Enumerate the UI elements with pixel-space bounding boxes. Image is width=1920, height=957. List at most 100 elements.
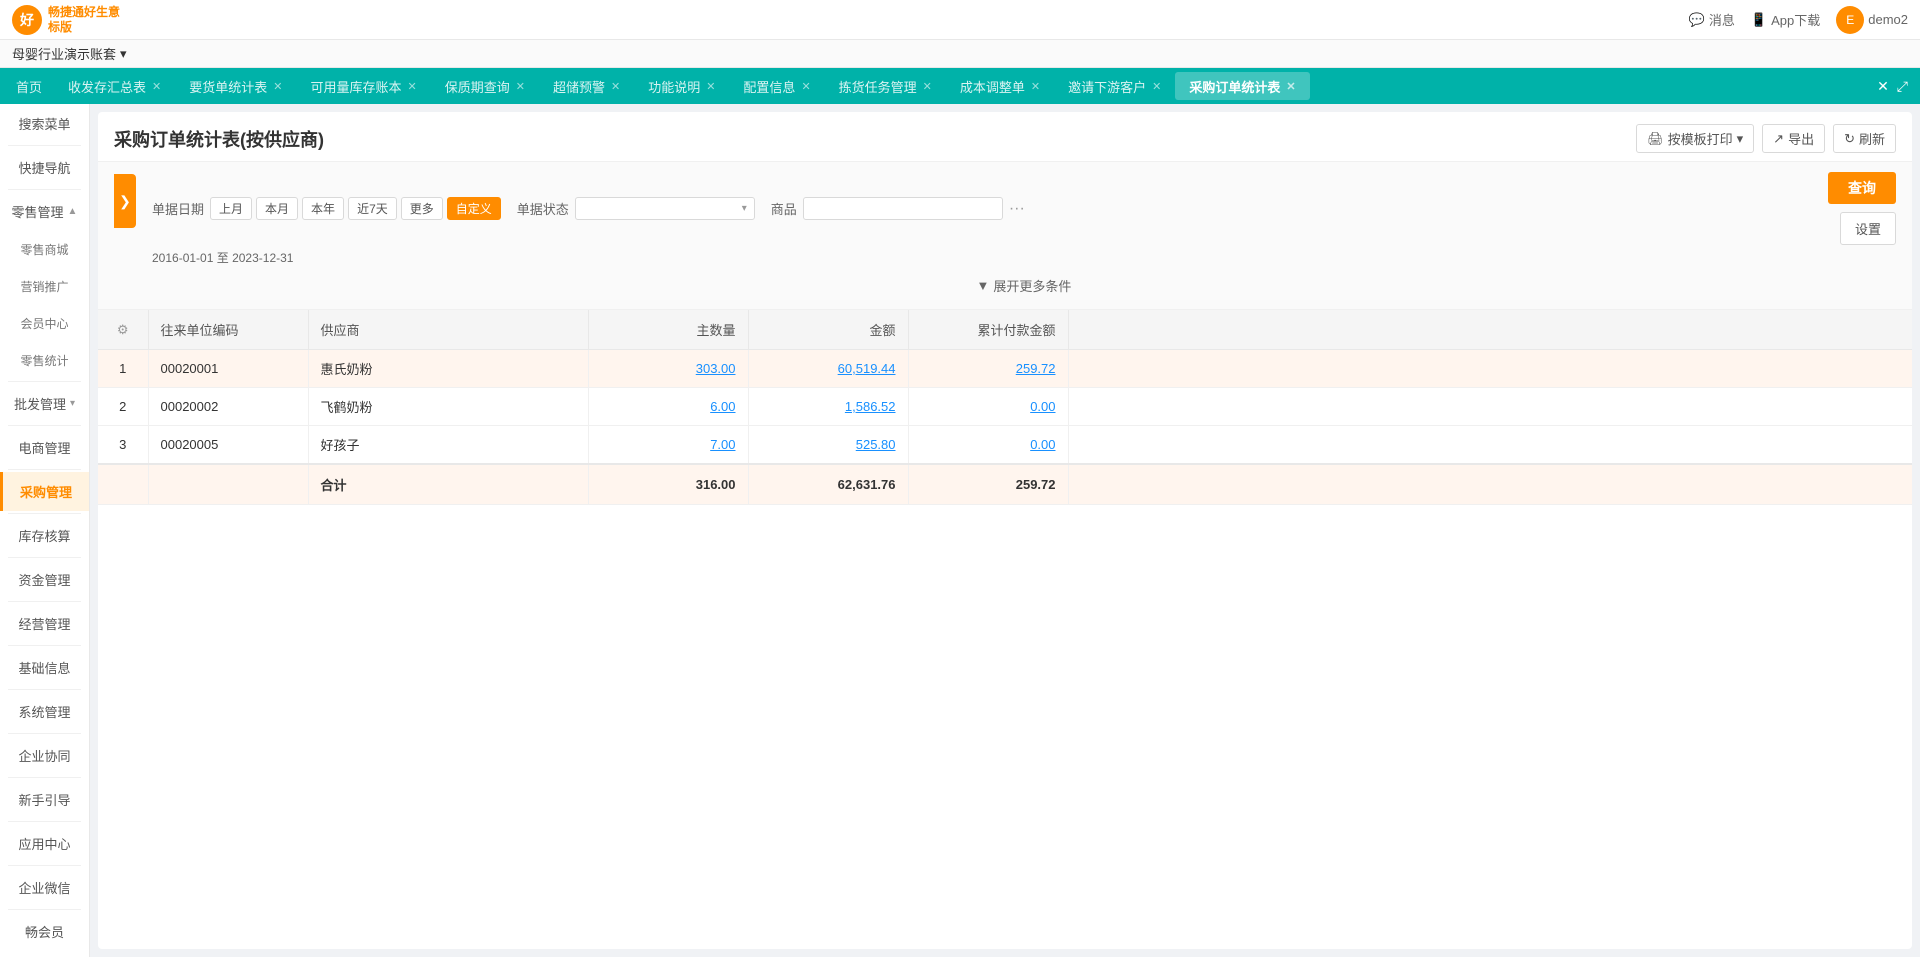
top-bar-right: 💬 消息 📱 App下载 E demo2 bbox=[1689, 6, 1908, 34]
sidebar-item-enterprise-wechat[interactable]: 企业微信 bbox=[0, 868, 89, 907]
close-tab-purchase-order-stats[interactable]: ✕ bbox=[1286, 80, 1295, 93]
sidebar-item-wholesale[interactable]: 批发管理 ▾ bbox=[0, 384, 89, 423]
close-tab-config-info[interactable]: ✕ bbox=[801, 80, 810, 93]
sidebar-label-retail-mgmt: 零售管理 bbox=[12, 202, 64, 221]
close-tab-overstock-warning[interactable]: ✕ bbox=[611, 80, 620, 93]
sidebar-item-ecommerce[interactable]: 电商管理 bbox=[0, 428, 89, 467]
workspace-selector[interactable]: 母婴行业演示账套 ▾ bbox=[12, 44, 127, 63]
tab-available-stock[interactable]: 可用量库存账本 ✕ bbox=[296, 72, 430, 100]
tab-cost-adjust[interactable]: 成本调整单 ✕ bbox=[946, 72, 1054, 100]
filter-date-label: 单据日期 bbox=[152, 199, 204, 218]
close-tab-receipt-summary[interactable]: ✕ bbox=[152, 80, 161, 93]
top-bar: 好 畅捷通好生意 标版 💬 消息 📱 App下载 E demo2 bbox=[0, 0, 1920, 40]
close-tab-expiry-query[interactable]: ✕ bbox=[516, 80, 525, 93]
sidebar-item-new-guide[interactable]: 新手引导 bbox=[0, 780, 89, 819]
export-button[interactable]: ↗ 导出 bbox=[1762, 124, 1825, 153]
settings-button[interactable]: 设置 bbox=[1840, 212, 1896, 245]
tab-function-desc[interactable]: 功能说明 ✕ bbox=[634, 72, 729, 100]
sidebar: 搜索菜单 快捷导航 零售管理 ▲ 零售商城 营销推广 会员中心 零售统计 批发管 bbox=[0, 104, 90, 957]
refresh-button[interactable]: ↻ 刷新 bbox=[1833, 124, 1896, 153]
sidebar-item-basic-info[interactable]: 基础信息 bbox=[0, 648, 89, 687]
close-tab-pick-task[interactable]: ✕ bbox=[923, 80, 932, 93]
sidebar-item-retail-stats[interactable]: 零售统计 bbox=[0, 342, 89, 379]
sidebar-item-retail-store[interactable]: 零售商城 bbox=[0, 231, 89, 268]
th-supplier: 供应商 bbox=[308, 310, 588, 350]
sidebar-item-vip[interactable]: 畅会员 bbox=[0, 912, 89, 951]
tab-config-info[interactable]: 配置信息 ✕ bbox=[729, 72, 824, 100]
th-gear[interactable]: ⚙ bbox=[98, 310, 148, 350]
template-print-button[interactable]: 🖨 按模板打印 ▾ bbox=[1636, 124, 1754, 153]
tab-purchase-order-stats[interactable]: 采购订单统计表 ✕ bbox=[1175, 72, 1309, 100]
sidebar-item-search[interactable]: 搜索菜单 bbox=[0, 104, 89, 143]
sidebar-label-purchase: 采购管理 bbox=[20, 485, 72, 500]
message-button[interactable]: 💬 消息 bbox=[1689, 10, 1735, 29]
goods-input[interactable] bbox=[803, 197, 1003, 220]
date-shortcuts: 上月 本月 本年 近7天 更多 自定义 bbox=[210, 197, 501, 220]
td-amount-2[interactable]: 1,586.52 bbox=[748, 388, 908, 426]
sidebar-item-system[interactable]: 系统管理 bbox=[0, 692, 89, 731]
footer-label: 合计 bbox=[308, 464, 588, 505]
td-paid-1[interactable]: 259.72 bbox=[908, 350, 1068, 388]
expand-more-btn[interactable]: ▼ 展开更多条件 bbox=[969, 272, 1080, 299]
date-shortcut-more[interactable]: 更多 bbox=[401, 197, 443, 220]
close-tab-available-stock[interactable]: ✕ bbox=[408, 80, 417, 93]
sidebar-item-enterprise-collab[interactable]: 企业协同 bbox=[0, 736, 89, 775]
sidebar-item-finance[interactable]: 资金管理 bbox=[0, 560, 89, 599]
query-button[interactable]: 查询 bbox=[1828, 172, 1896, 204]
filter-collapse-btn[interactable]: ❯ bbox=[114, 174, 136, 228]
td-paid-3[interactable]: 0.00 bbox=[908, 426, 1068, 465]
td-qty-3[interactable]: 7.00 bbox=[588, 426, 748, 465]
tab-overstock-warning[interactable]: 超储预警 ✕ bbox=[539, 72, 634, 100]
export-icon: ↗ bbox=[1773, 131, 1784, 147]
sidebar-item-marketing[interactable]: 营销推广 bbox=[0, 268, 89, 305]
maximize-icon[interactable]: ⤢ bbox=[1897, 78, 1908, 95]
tab-pick-task[interactable]: 拣货任务管理 ✕ bbox=[825, 72, 946, 100]
td-code-2: 00020002 bbox=[148, 388, 308, 426]
date-shortcut-custom[interactable]: 自定义 bbox=[447, 197, 501, 220]
date-shortcut-this-year[interactable]: 本年 bbox=[302, 197, 344, 220]
main-table: ⚙ 往来单位编码 供应商 主数量 金额 累计付款金额 1 00020001 bbox=[98, 310, 1912, 505]
td-qty-1[interactable]: 303.00 bbox=[588, 350, 748, 388]
status-select[interactable] bbox=[575, 197, 755, 220]
td-amount-1[interactable]: 60,519.44 bbox=[748, 350, 908, 388]
th-qty: 主数量 bbox=[588, 310, 748, 350]
sidebar-item-app-center[interactable]: 应用中心 bbox=[0, 824, 89, 863]
sidebar-label-retail-store: 零售商城 bbox=[20, 243, 68, 257]
sidebar-item-member[interactable]: 会员中心 bbox=[0, 305, 89, 342]
app-download-button[interactable]: 📱 App下载 bbox=[1751, 10, 1820, 29]
footer-qty: 316.00 bbox=[588, 464, 748, 505]
td-no-2: 2 bbox=[98, 388, 148, 426]
tab-purchase-summary[interactable]: 要货单统计表 ✕ bbox=[175, 72, 296, 100]
sidebar-item-purchase[interactable]: 采购管理 bbox=[0, 472, 89, 511]
date-shortcut-this-month[interactable]: 本月 bbox=[256, 197, 298, 220]
app-icon: 📱 bbox=[1751, 12, 1767, 28]
th-code: 往来单位编码 bbox=[148, 310, 308, 350]
td-paid-2[interactable]: 0.00 bbox=[908, 388, 1068, 426]
td-supplier-3: 好孩子 bbox=[308, 426, 588, 465]
close-tab-purchase-summary[interactable]: ✕ bbox=[273, 80, 282, 93]
logo-area: 好 畅捷通好生意 标版 bbox=[12, 5, 120, 35]
td-qty-2[interactable]: 6.00 bbox=[588, 388, 748, 426]
close-tab-cost-adjust[interactable]: ✕ bbox=[1031, 80, 1040, 93]
close-tab-invite-downstream[interactable]: ✕ bbox=[1152, 80, 1161, 93]
close-tab-function-desc[interactable]: ✕ bbox=[706, 80, 715, 93]
date-shortcut-7days[interactable]: 近7天 bbox=[348, 197, 397, 220]
sidebar-item-shortcut[interactable]: 快捷导航 bbox=[0, 148, 89, 187]
footer-empty-2 bbox=[148, 464, 308, 505]
table-header: ⚙ 往来单位编码 供应商 主数量 金额 累计付款金额 bbox=[98, 310, 1912, 350]
tab-home[interactable]: 首页 bbox=[4, 72, 54, 100]
td-code-1: 00020001 bbox=[148, 350, 308, 388]
td-amount-3[interactable]: 525.80 bbox=[748, 426, 908, 465]
goods-more-icon[interactable]: ··· bbox=[1009, 200, 1025, 218]
sidebar-label-ecommerce: 电商管理 bbox=[18, 441, 70, 456]
logo-text: 畅捷通好生意 标版 bbox=[48, 5, 120, 34]
date-shortcut-last-month[interactable]: 上月 bbox=[210, 197, 252, 220]
tab-expiry-query[interactable]: 保质期查询 ✕ bbox=[431, 72, 539, 100]
sidebar-item-inventory[interactable]: 库存核算 bbox=[0, 516, 89, 555]
close-all-tabs-icon[interactable]: ✕ bbox=[1877, 78, 1889, 95]
tab-invite-downstream[interactable]: 邀请下游客户 ✕ bbox=[1054, 72, 1175, 100]
sidebar-item-retail-mgmt[interactable]: 零售管理 ▲ bbox=[0, 192, 89, 231]
user-menu[interactable]: E demo2 bbox=[1836, 6, 1908, 34]
tab-receipt-summary[interactable]: 收发存汇总表 ✕ bbox=[54, 72, 175, 100]
sidebar-item-operations[interactable]: 经营管理 bbox=[0, 604, 89, 643]
